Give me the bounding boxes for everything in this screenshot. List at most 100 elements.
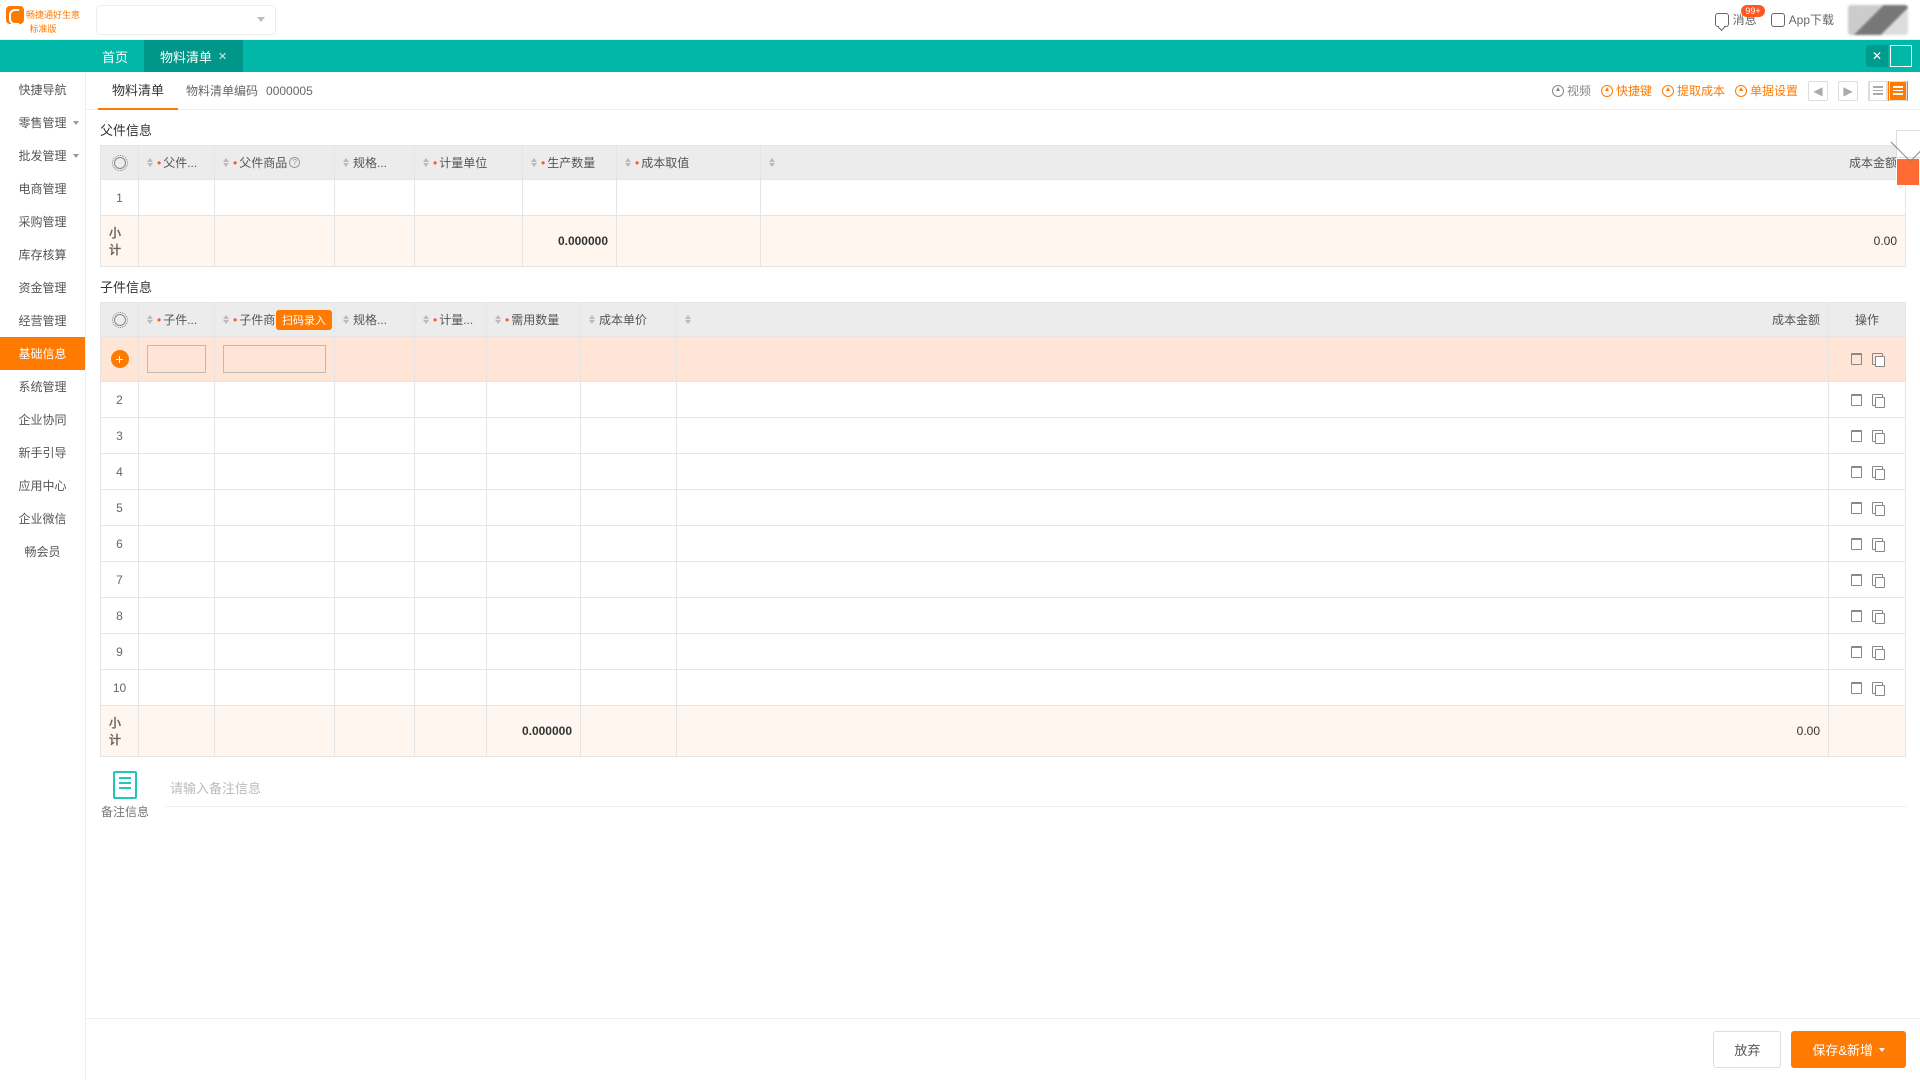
nav-item-基础信息[interactable]: 基础信息	[0, 337, 85, 370]
child-row[interactable]: 4	[101, 453, 1905, 489]
delete-row-button[interactable]	[1851, 682, 1862, 694]
copy-row-button[interactable]	[1872, 430, 1883, 442]
child-row[interactable]: 3	[101, 417, 1905, 453]
nav-item-新手引导[interactable]: 新手引导	[0, 436, 85, 469]
nav-item-企业协同[interactable]: 企业协同	[0, 403, 85, 436]
view-form-button[interactable]	[1888, 81, 1908, 101]
col-child-price[interactable]: 成本单价	[581, 303, 677, 336]
save-and-new-button[interactable]: 保存&新增	[1791, 1031, 1906, 1068]
copy-row-button[interactable]	[1872, 610, 1883, 622]
notes-icon	[113, 771, 137, 799]
child-row-new[interactable]: +	[101, 336, 1905, 381]
nav-item-应用中心[interactable]: 应用中心	[0, 469, 85, 502]
copy-row-button[interactable]	[1872, 353, 1883, 365]
messages-button[interactable]: 消息 99+	[1715, 11, 1757, 28]
col-parent-unit[interactable]: •计量单位	[415, 146, 523, 179]
col-child-amount[interactable]: 成本金额	[677, 303, 1829, 336]
parent-config-button[interactable]	[101, 146, 139, 179]
col-parent-cost[interactable]: •成本取值	[617, 146, 761, 179]
phone-icon	[1771, 13, 1785, 27]
expand-icon	[1896, 158, 1920, 186]
col-parent-spec[interactable]: 规格...	[335, 146, 415, 179]
col-parent-code[interactable]: •父件...	[139, 146, 215, 179]
child-row[interactable]: 7	[101, 561, 1905, 597]
remarks-input[interactable]	[166, 771, 1906, 807]
tab-bom[interactable]: 物料清单 ✕	[144, 40, 243, 72]
tab-fullscreen[interactable]	[1890, 45, 1912, 67]
nav-item-资金管理[interactable]: 资金管理	[0, 271, 85, 304]
child-row[interactable]: 5	[101, 489, 1905, 525]
copy-row-button[interactable]	[1872, 574, 1883, 586]
next-record-button[interactable]: ▶	[1838, 81, 1858, 101]
parent-row[interactable]: 1	[101, 179, 1905, 215]
child-config-button[interactable]	[101, 303, 139, 336]
child-row[interactable]: 2	[101, 381, 1905, 417]
shortcut-link[interactable]: 快捷键	[1601, 82, 1652, 99]
edit-tool-button[interactable]	[1896, 130, 1920, 158]
child-row[interactable]: 10	[101, 669, 1905, 705]
copy-row-button[interactable]	[1872, 394, 1883, 406]
col-child-unit[interactable]: •计量...	[415, 303, 487, 336]
logo-icon	[6, 6, 24, 24]
col-child-qty[interactable]: •需用数量	[487, 303, 581, 336]
child-name-input[interactable]	[223, 345, 326, 373]
copy-row-button[interactable]	[1872, 466, 1883, 478]
delete-row-button[interactable]	[1851, 646, 1862, 658]
child-row[interactable]: 8	[101, 597, 1905, 633]
col-parent-name[interactable]: •父件商品?	[215, 146, 335, 179]
delete-row-button[interactable]	[1851, 430, 1862, 442]
settings-icon	[1735, 85, 1747, 97]
copy-row-button[interactable]	[1872, 538, 1883, 550]
workspace-selector[interactable]	[96, 5, 276, 35]
cancel-button[interactable]: 放弃	[1713, 1031, 1781, 1068]
view-list-button[interactable]	[1868, 81, 1888, 101]
tab-home[interactable]: 首页	[86, 40, 144, 72]
nav-item-电商管理[interactable]: 电商管理	[0, 172, 85, 205]
delete-row-button[interactable]	[1851, 574, 1862, 586]
col-child-code[interactable]: •子件...	[139, 303, 215, 336]
video-link[interactable]: 视频	[1552, 82, 1591, 99]
col-parent-amount[interactable]: 成本金额	[761, 146, 1905, 179]
user-avatar[interactable]	[1848, 5, 1908, 35]
nav-item-系统管理[interactable]: 系统管理	[0, 370, 85, 403]
nav-item-畅会员[interactable]: 畅会员	[0, 535, 85, 568]
delete-row-button[interactable]	[1851, 353, 1862, 365]
nav-item-采购管理[interactable]: 采购管理	[0, 205, 85, 238]
copy-row-button[interactable]	[1872, 502, 1883, 514]
delete-row-button[interactable]	[1851, 610, 1862, 622]
prev-record-button[interactable]: ◀	[1808, 81, 1828, 101]
child-code-input[interactable]	[147, 345, 206, 373]
nav-item-快捷导航[interactable]: 快捷导航	[0, 73, 85, 106]
brand-logo: 畅捷通好生意 标准版	[0, 0, 86, 40]
delete-row-button[interactable]	[1851, 394, 1862, 406]
doc-settings-link[interactable]: 单据设置	[1735, 82, 1798, 99]
tab-close-all[interactable]: ✕	[1866, 45, 1888, 67]
child-row[interactable]: 9	[101, 633, 1905, 669]
copy-row-button[interactable]	[1872, 646, 1883, 658]
expand-tool-button[interactable]	[1896, 158, 1920, 186]
nav-item-企业微信[interactable]: 企业微信	[0, 502, 85, 535]
subtab-bom[interactable]: 物料清单	[98, 72, 178, 110]
child-row[interactable]: 6	[101, 525, 1905, 561]
close-icon[interactable]: ✕	[218, 50, 227, 63]
delete-row-button[interactable]	[1851, 502, 1862, 514]
nav-item-库存核算[interactable]: 库存核算	[0, 238, 85, 271]
tab-home-label: 首页	[102, 47, 128, 66]
save-label: 保存&新增	[1812, 1040, 1873, 1059]
help-icon[interactable]: ?	[289, 157, 300, 168]
delete-row-button[interactable]	[1851, 466, 1862, 478]
copy-row-button[interactable]	[1872, 682, 1883, 694]
delete-row-button[interactable]	[1851, 538, 1862, 550]
col-child-name[interactable]: •子件商扫码录入	[215, 303, 335, 336]
topbar-right: 消息 99+ App下载	[1715, 5, 1920, 35]
nav-item-零售管理[interactable]: 零售管理	[0, 106, 85, 139]
nav-item-批发管理[interactable]: 批发管理	[0, 139, 85, 172]
nav-item-经营管理[interactable]: 经营管理	[0, 304, 85, 337]
scan-input-badge[interactable]: 扫码录入	[276, 310, 332, 330]
add-row-button[interactable]: +	[111, 350, 129, 368]
col-parent-qty[interactable]: •生产数量	[523, 146, 617, 179]
row-index: 4	[101, 454, 139, 489]
app-download-button[interactable]: App下载	[1771, 11, 1834, 28]
extract-cost-link[interactable]: 提取成本	[1662, 82, 1725, 99]
col-child-spec[interactable]: 规格...	[335, 303, 415, 336]
